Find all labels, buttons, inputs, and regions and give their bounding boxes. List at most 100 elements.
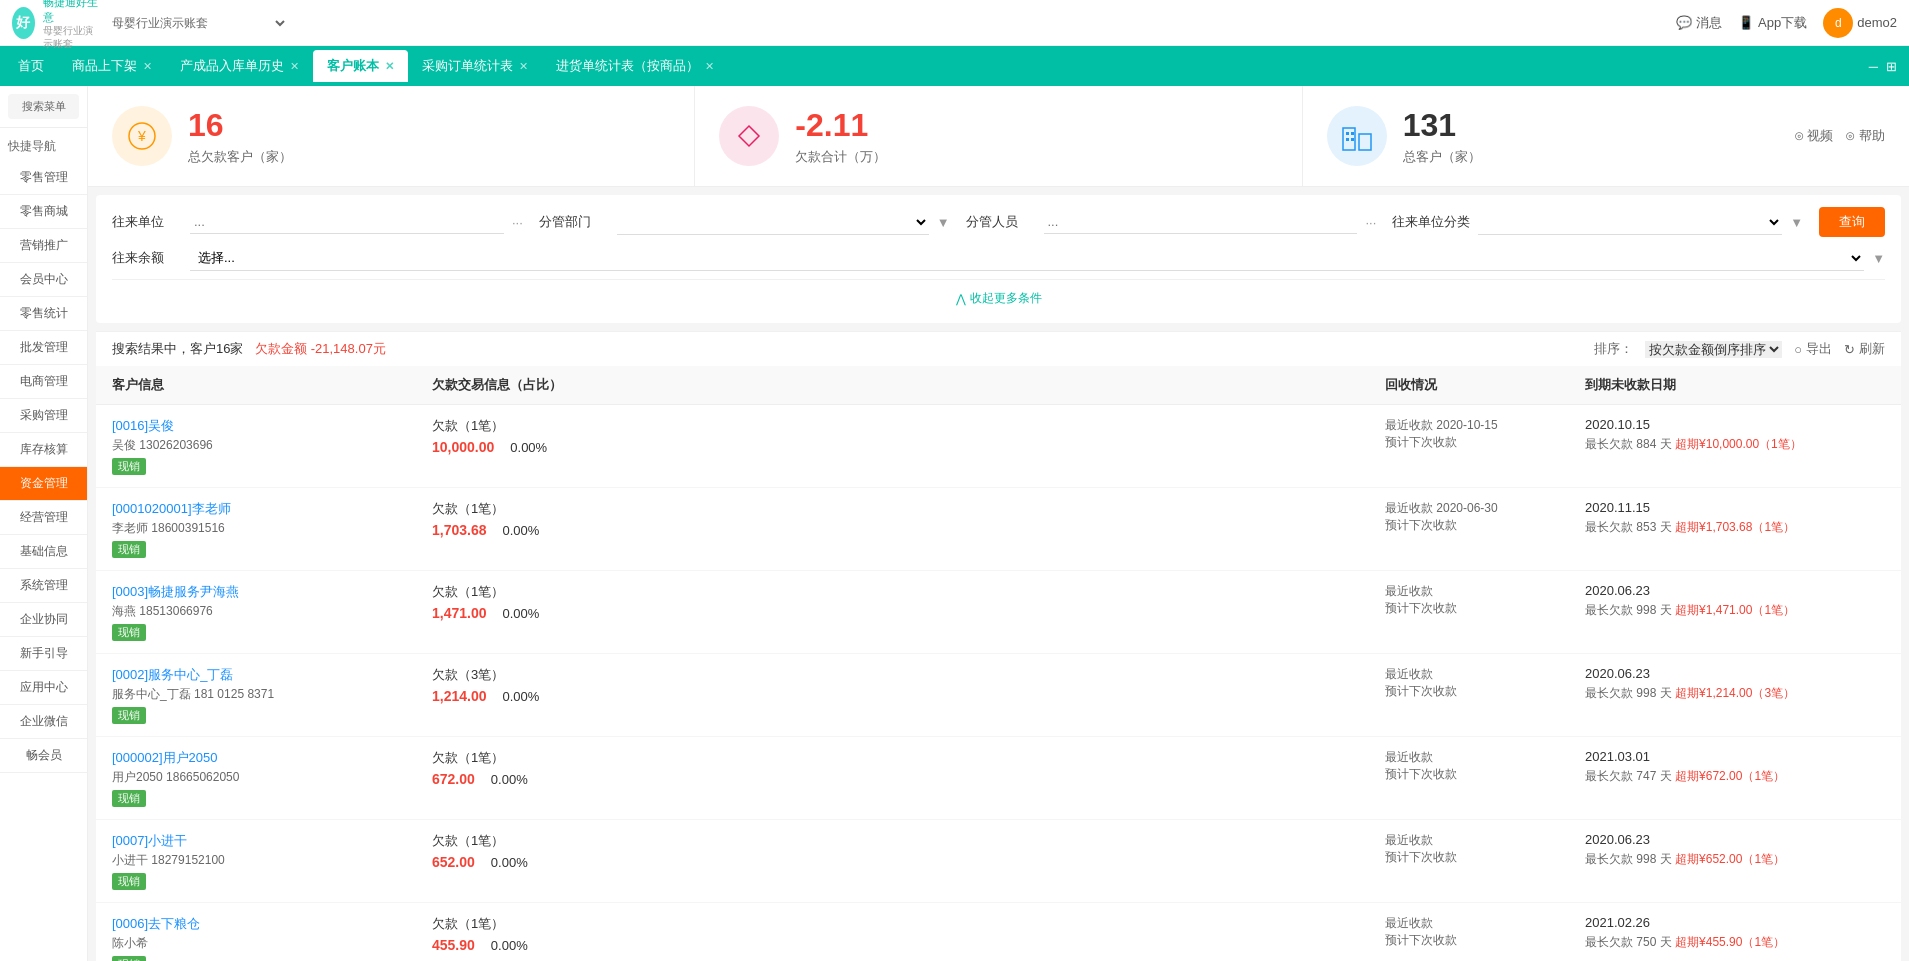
user-avatar-button[interactable]: d demo2 [1823, 8, 1897, 38]
sidebar-item-retail-mgmt[interactable]: 零售管理 [0, 161, 87, 195]
last-collection-date: 最近收款 [1385, 915, 1585, 932]
debt-amount: 455.90 [432, 937, 475, 953]
customer-name-link[interactable]: [0002]服务中心_丁磊 [112, 666, 432, 684]
customer-tag: 现销 [112, 541, 146, 558]
sidebar-item-enterprise-collab[interactable]: 企业协同 [0, 603, 87, 637]
results-summary: 搜索结果中，客户16家 欠款金额 -21,148.07元 [112, 340, 386, 358]
customer-tag: 现销 [112, 707, 146, 724]
debt-amount: 1,214.00 [432, 688, 487, 704]
customer-name-link[interactable]: [0003]畅捷服务尹海燕 [112, 583, 432, 601]
sidebar-item-wholesale-mgmt[interactable]: 批发管理 [0, 331, 87, 365]
filter-select-category[interactable] [1478, 209, 1782, 235]
overdue-days: 最长欠款 747 天 [1585, 769, 1675, 783]
overdue-amount-link[interactable]: 超期¥455.90（1笔） [1675, 935, 1785, 949]
debt-amount: 672.00 [432, 771, 475, 787]
app-download-button[interactable]: 📱 App下载 [1738, 14, 1807, 32]
tab-stock-stats[interactable]: 进货单统计表（按商品） ✕ [542, 50, 728, 82]
company-selector[interactable]: 母婴行业演示账套 [108, 15, 288, 31]
refresh-button[interactable]: ↻ 刷新 [1844, 340, 1885, 358]
overdue-amount-link[interactable]: 超期¥10,000.00（1笔） [1675, 437, 1802, 451]
video-link[interactable]: ⊙ 视频 [1794, 127, 1834, 145]
total-customer-label: 总客户（家） [1403, 148, 1778, 166]
overdue-amount-link[interactable]: 超期¥1,471.00（1笔） [1675, 603, 1795, 617]
collapse-filter-button[interactable]: ⋀ 收起更多条件 [112, 286, 1885, 311]
close-icon[interactable]: ✕ [385, 60, 394, 73]
filter-dots2-icon[interactable]: ··· [1365, 215, 1376, 230]
search-menu-button[interactable]: 搜索菜单 [8, 94, 79, 119]
debt-customer-label: 总欠款客户（家） [188, 148, 670, 166]
close-icon[interactable]: ✕ [705, 60, 714, 73]
main-content: ¥ 16 总欠款客户（家） -2.11 欠款合计（万） [88, 86, 1909, 961]
sidebar-item-stock-check[interactable]: 库存核算 [0, 433, 87, 467]
sort-select[interactable]: 按欠款金额倒序排序 [1645, 341, 1782, 358]
export-button[interactable]: ○ 导出 [1794, 340, 1832, 358]
filter-item-department: 分管部门 ▼ [539, 209, 950, 235]
company-dropdown[interactable]: 母婴行业演示账套 [108, 15, 288, 31]
overdue-amount-link[interactable]: 超期¥652.00（1笔） [1675, 852, 1785, 866]
customer-info-cell: [000002]用户2050 用户2050 18665062050 现销 [112, 749, 432, 807]
tab-home[interactable]: 首页 [4, 50, 58, 82]
sidebar-item-finance-mgmt[interactable]: 资金管理 [0, 467, 87, 501]
close-icon[interactable]: ✕ [143, 60, 152, 73]
close-icon[interactable]: ✕ [290, 60, 299, 73]
debt-percent: 0.00% [491, 855, 528, 870]
sidebar-item-marketing[interactable]: 营销推广 [0, 229, 87, 263]
filter-input-manager[interactable] [1044, 210, 1358, 234]
filter-input-customer[interactable] [190, 210, 504, 234]
window-maximize-icon[interactable]: ⊞ [1886, 59, 1897, 74]
sidebar-item-member-center[interactable]: 会员中心 [0, 263, 87, 297]
chevron-down-icon: ▼ [937, 215, 950, 230]
filter-select-department[interactable] [617, 209, 929, 235]
overdue-amount-link[interactable]: 超期¥672.00（1笔） [1675, 769, 1785, 783]
nav-right-controls: ─ ⊞ [1861, 59, 1905, 74]
next-collection: 预计下次收款 [1385, 600, 1585, 617]
overdue-amount-link[interactable]: 超期¥1,214.00（3笔） [1675, 686, 1795, 700]
card-icon-diamond [719, 106, 779, 166]
filter-select-balance[interactable]: 选择... [190, 245, 1864, 271]
sidebar-item-basic-info[interactable]: 基础信息 [0, 535, 87, 569]
logo-text: 畅捷通好生意 母婴行业演示账套 [43, 0, 100, 50]
last-collection-date: 最近收款 [1385, 666, 1585, 683]
sidebar-item-quick-nav[interactable]: 快捷导航 [0, 132, 87, 161]
sidebar-item-enterprise-wechat[interactable]: 企业微信 [0, 705, 87, 739]
sidebar-item-app-center[interactable]: 应用中心 [0, 671, 87, 705]
customer-name-link[interactable]: [0007]小进干 [112, 832, 432, 850]
overdue-amount-link[interactable]: 超期¥1,703.68（1笔） [1675, 520, 1795, 534]
debt-percent: 0.00% [491, 938, 528, 953]
due-date-value: 2020.06.23 [1585, 583, 1885, 598]
overdue-days: 最长欠款 998 天 [1585, 852, 1675, 866]
tab-goods-listing[interactable]: 商品上下架 ✕ [58, 50, 166, 82]
sidebar-nav: 快捷导航 零售管理 零售商城 营销推广 会员中心 零售统计 批发管理 电商管理 … [0, 128, 87, 777]
debt-count: 欠款（1笔） [432, 832, 1385, 850]
query-button[interactable]: 查询 [1819, 207, 1885, 237]
filter-dots-icon[interactable]: ··· [512, 215, 523, 230]
sidebar-item-retail-mall[interactable]: 零售商城 [0, 195, 87, 229]
window-minimize-icon[interactable]: ─ [1869, 59, 1878, 74]
help-link[interactable]: ⊙ 帮助 [1845, 127, 1885, 145]
sidebar-item-retail-stats[interactable]: 零售统计 [0, 297, 87, 331]
card-info-total-debt: -2.11 欠款合计（万） [795, 107, 1277, 166]
sidebar: 搜索菜单 快捷导航 零售管理 零售商城 营销推广 会员中心 零售统计 批发管理 … [0, 86, 88, 961]
sidebar-item-purchase-mgmt[interactable]: 采购管理 [0, 399, 87, 433]
sidebar-item-system-mgmt[interactable]: 系统管理 [0, 569, 87, 603]
due-date-value: 2020.10.15 [1585, 417, 1885, 432]
customer-name-link[interactable]: [000002]用户2050 [112, 749, 432, 767]
tab-purchase-stats[interactable]: 采购订单统计表 ✕ [408, 50, 542, 82]
close-icon[interactable]: ✕ [519, 60, 528, 73]
tab-finished-goods[interactable]: 产成品入库单历史 ✕ [166, 50, 313, 82]
sidebar-item-chang-member[interactable]: 畅会员 [0, 739, 87, 773]
sidebar-item-ops-mgmt[interactable]: 经营管理 [0, 501, 87, 535]
customer-name-link[interactable]: [0001020001]李老师 [112, 500, 432, 518]
customer-name-link[interactable]: [0006]去下粮仓 [112, 915, 432, 933]
message-button[interactable]: 💬 消息 [1676, 14, 1722, 32]
customer-tag: 现销 [112, 458, 146, 475]
customer-tag: 现销 [112, 873, 146, 890]
last-collection-date: 最近收款 [1385, 749, 1585, 766]
main-layout: 搜索菜单 快捷导航 零售管理 零售商城 营销推广 会员中心 零售统计 批发管理 … [0, 86, 1909, 961]
table-row: [0006]去下粮仓 陈小希 现销 欠款（1笔） 455.90 0.00% 最近… [96, 903, 1901, 961]
sidebar-item-beginner-guide[interactable]: 新手引导 [0, 637, 87, 671]
customer-name-link[interactable]: [0016]吴俊 [112, 417, 432, 435]
due-date-cell: 2020.06.23 最长欠款 998 天 超期¥652.00（1笔） [1585, 832, 1885, 868]
tab-customer-account[interactable]: 客户账本 ✕ [313, 50, 408, 82]
sidebar-item-ecommerce[interactable]: 电商管理 [0, 365, 87, 399]
